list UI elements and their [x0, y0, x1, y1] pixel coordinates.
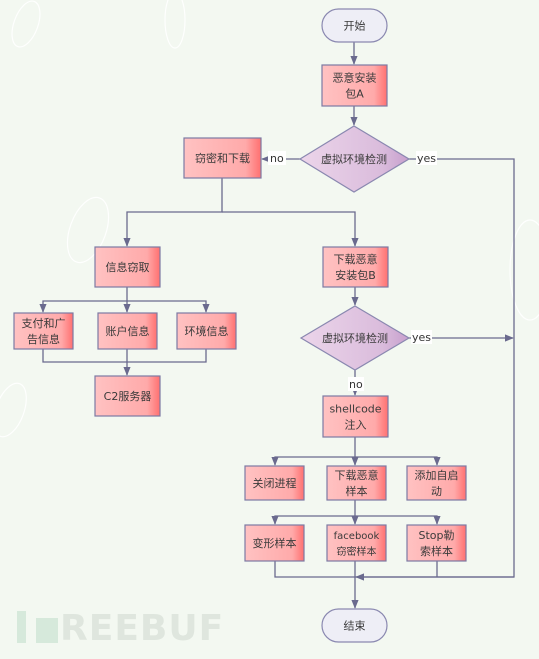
node-label: 信息窃取 — [106, 260, 150, 274]
node-steal-download: 窃密和下载 — [183, 137, 262, 179]
node-facebook-steal: facebook 窃密样本 — [326, 524, 387, 562]
node-label: 账户信息 — [106, 324, 150, 338]
node-label: 告信息 — [27, 332, 60, 346]
edge-check1-yes — [355, 158, 515, 581]
node-c2: C2服务器 — [94, 375, 161, 417]
node-label: 环境信息 — [185, 324, 229, 338]
node-label: 下载恶意 — [334, 252, 378, 266]
node-vm-check-2: 虚拟环境检测 — [299, 305, 411, 371]
node-label: 包A — [345, 88, 364, 101]
edge-steal-to-install-b — [222, 211, 359, 247]
node-label: facebook — [334, 531, 380, 542]
node-vm-check-1: 虚拟环境检测 — [298, 125, 411, 193]
node-install-a: 恶意安装包A — [321, 64, 388, 107]
node-shellcode: shellcode 注入 — [322, 395, 389, 438]
node-label: 关闭进程 — [253, 476, 297, 490]
node-label: 样本 — [346, 484, 368, 498]
node-stop-ransom: Stop勒索样本 — [406, 524, 467, 562]
node-start: 开始 — [321, 8, 388, 43]
edge-shellcode-to-autostart — [355, 456, 441, 466]
node-end: 结束 — [321, 608, 388, 643]
node-install-b: 下载恶意安装包B — [322, 246, 389, 288]
node-label: 注入 — [345, 418, 367, 432]
background-bubbles — [0, 0, 539, 438]
node-env-info: 环境信息 — [176, 312, 237, 350]
vm-check-2-label: 虚拟环境检测 — [322, 331, 388, 345]
end-label: 结束 — [344, 620, 366, 633]
node-label: 索样本 — [420, 544, 453, 558]
process-nodes: 恶意安装包A窃密和下载信息窃取支付和广告信息账户信息 环境信息C2服务器下载恶意安… — [13, 64, 467, 562]
watermark-logo-bar — [17, 611, 26, 643]
node-morph-sample: 变形样本 — [244, 524, 305, 562]
freebuf-watermark: REEBUF — [60, 608, 225, 649]
node-kill-process: 关闭进程 — [244, 465, 305, 501]
node-label: C2服务器 — [104, 390, 152, 403]
edge-info-to-pay — [39, 300, 127, 313]
node-autostart: 添加自启动 — [406, 465, 467, 501]
edge-download-to-morph — [271, 515, 355, 525]
node-label: 支付和广 — [22, 317, 66, 330]
node-account-info: 账户信息 — [97, 312, 158, 350]
node-label: 下载恶意 — [335, 468, 379, 482]
label-check2-no: no — [349, 378, 363, 391]
node-label: 动 — [431, 485, 442, 498]
node-label: 恶意安装 — [333, 71, 377, 85]
watermark-logo-block — [36, 618, 58, 643]
flowchart: no yes yes no 开始 结束 虚拟环境检测 虚拟环境检测 恶意安装包A… — [0, 0, 539, 643]
node-label: 窃密样本 — [337, 545, 377, 558]
node-label: Stop勒 — [418, 529, 454, 542]
node-label: 变形样本 — [253, 536, 297, 550]
node-label: 添加自启 — [415, 468, 459, 482]
edge-download-to-stop — [355, 515, 441, 525]
node-label: 安装包B — [335, 268, 376, 282]
edge-steal-to-info — [123, 178, 223, 247]
label-check1-yes: yes — [417, 152, 436, 165]
node-download-sample: 下载恶意样本 — [326, 465, 387, 501]
edge-shellcode-to-kill — [271, 456, 355, 466]
node-label: shellcode — [329, 403, 381, 416]
label-check1-no: no — [270, 152, 284, 165]
flowchart-canvas: no yes yes no 开始 结束 虚拟环境检测 虚拟环境检测 恶意安装包A… — [0, 0, 539, 659]
edge-info-to-env — [127, 300, 210, 313]
node-info-steal: 信息窃取 — [94, 246, 161, 288]
start-label: 开始 — [344, 19, 366, 33]
node-label: 窃密和下载 — [195, 151, 250, 165]
label-check2-yes: yes — [412, 331, 431, 344]
node-pay-ads: 支付和广告信息 — [13, 312, 74, 350]
vm-check-1-label: 虚拟环境检测 — [321, 152, 387, 166]
